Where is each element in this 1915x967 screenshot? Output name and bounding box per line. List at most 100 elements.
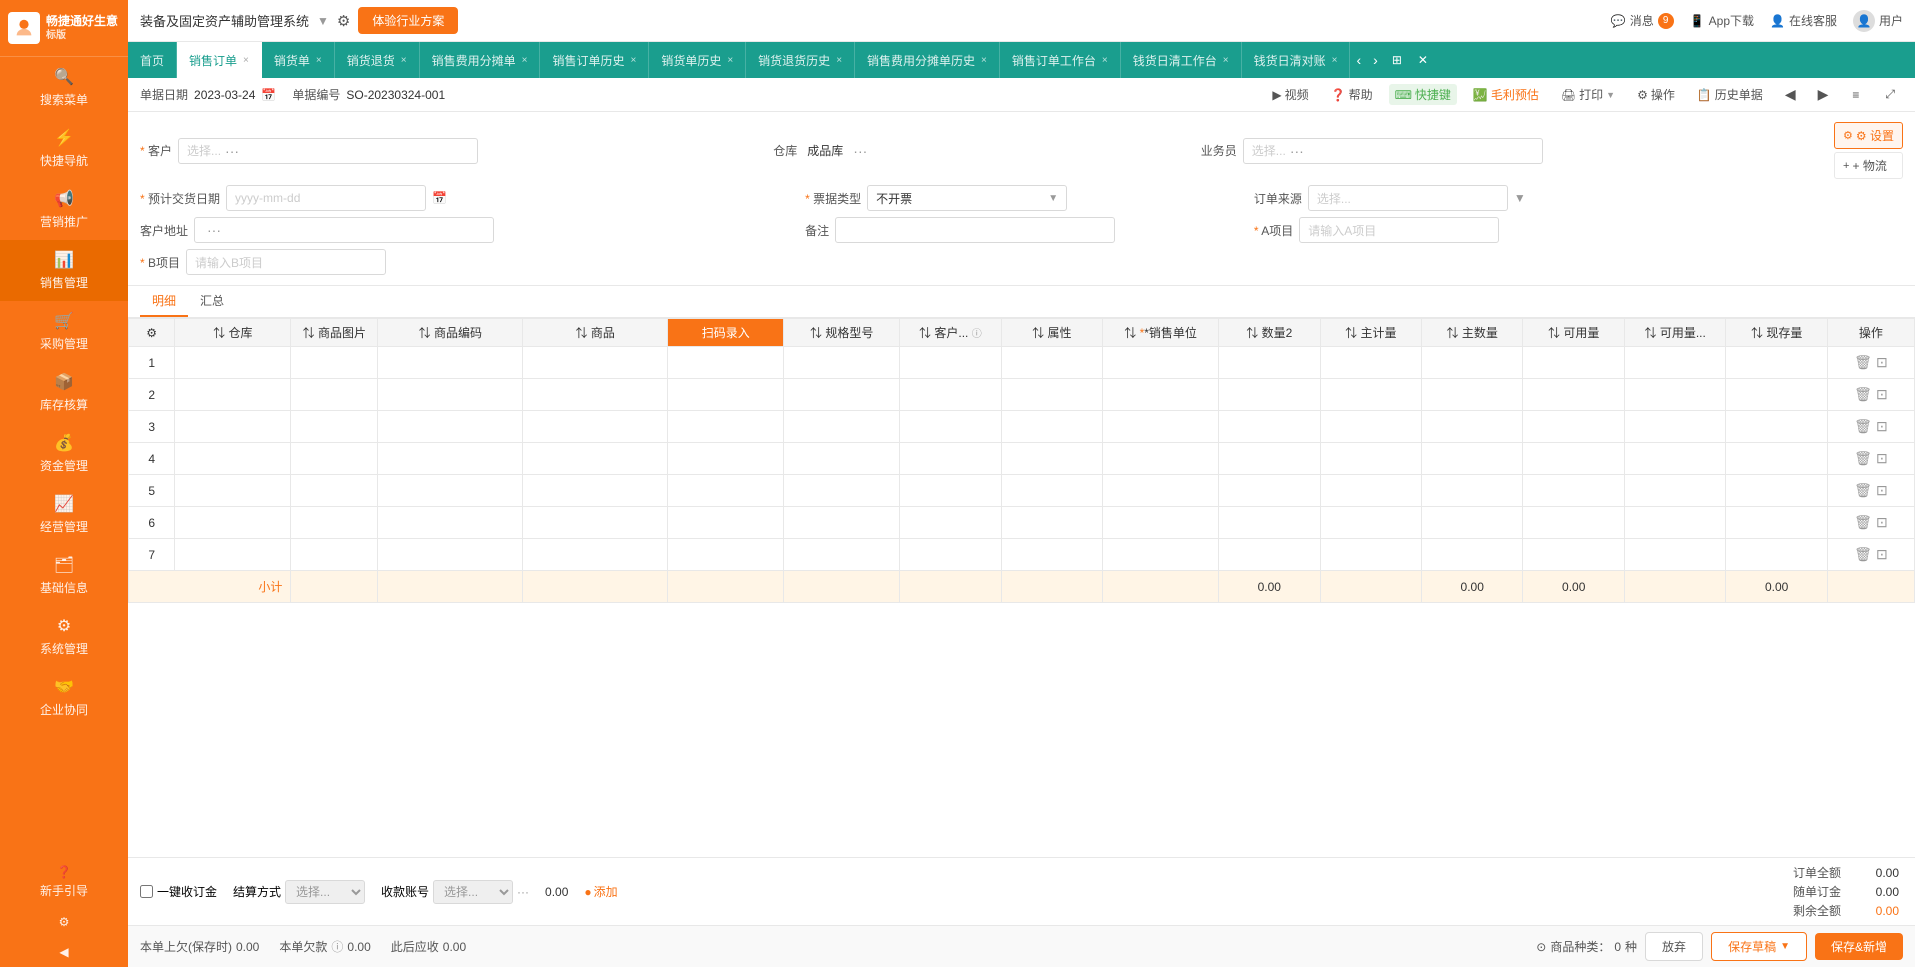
tab-close-sales-order[interactable]: ×	[243, 55, 249, 66]
sidebar-settings-btn[interactable]: ⚙	[0, 907, 128, 937]
auto-checkout-checkbox[interactable]: 一键收订金	[140, 883, 217, 900]
save-draft-btn[interactable]: 保存草稿 ▼	[1711, 932, 1807, 961]
sidebar-item-finance[interactable]: 💰 资金管理	[0, 423, 128, 484]
sidebar-item-nav[interactable]: ⚡ 快捷导航	[0, 118, 128, 179]
sidebar-item-basic[interactable]: 🗂 基础信息	[0, 545, 128, 606]
row-1-unit[interactable]	[1103, 347, 1219, 379]
address-input[interactable]: ···	[194, 217, 494, 243]
print-tool-btn[interactable]: 🖨 打印 ▼	[1555, 84, 1621, 105]
b-project-input[interactable]: 请输入B项目	[186, 249, 386, 275]
row-1-product[interactable]	[523, 347, 668, 379]
history-tool-btn[interactable]: 📋 历史单据	[1691, 84, 1769, 105]
row-1-copy-icon[interactable]: ⊡	[1876, 354, 1888, 371]
sidebar-item-enterprise[interactable]: 🤝 企业协同	[0, 667, 128, 728]
form-settings-btn[interactable]: ⚙ ⚙ 设置	[1834, 122, 1903, 149]
row-5-copy-icon[interactable]: ⊡	[1876, 482, 1888, 499]
delivery-input[interactable]: yyyy-mm-dd	[226, 185, 426, 211]
row-3-avail[interactable]	[1523, 411, 1624, 443]
tab-daily-workbench[interactable]: 钱货日清工作台 ×	[1121, 42, 1242, 78]
tab-close-4[interactable]: ×	[522, 55, 528, 66]
tab-close-all-btn[interactable]: ✕	[1410, 42, 1436, 78]
row-7-delete-icon[interactable]: 🗑	[1854, 546, 1872, 563]
horizontal-scrollbar[interactable]	[128, 845, 1915, 857]
salesperson-input[interactable]: 选择... ···	[1243, 138, 1543, 164]
logistics-btn[interactable]: + + 物流	[1834, 152, 1903, 179]
row-2-avail2[interactable]	[1624, 379, 1725, 411]
row-2-main-qty[interactable]	[1422, 379, 1523, 411]
row-2-code[interactable]	[378, 379, 523, 411]
row-3-scan[interactable]	[668, 411, 784, 443]
row-1-customer[interactable]	[900, 347, 1001, 379]
tab-next-btn[interactable]: ›	[1367, 42, 1384, 78]
row-3-main-qty[interactable]	[1422, 411, 1523, 443]
col-main-qty[interactable]: ⇅ 主数量	[1422, 319, 1523, 347]
save-new-btn[interactable]: 保存&新增	[1815, 933, 1903, 960]
row-3-attr[interactable]	[1001, 411, 1102, 443]
row-1-attr[interactable]	[1001, 347, 1102, 379]
tab-close-3[interactable]: ×	[401, 55, 407, 66]
solution-btn[interactable]: 体验行业方案	[358, 7, 458, 34]
col-stock[interactable]: ⇅ 现存量	[1726, 319, 1827, 347]
row-2-unit[interactable]	[1103, 379, 1219, 411]
col-scan[interactable]: 扫码录入	[668, 319, 784, 347]
col-avail2[interactable]: ⇅ 可用量...	[1624, 319, 1725, 347]
current-debt-info[interactable]: ⓘ	[331, 938, 343, 955]
row-3-product[interactable]	[523, 411, 668, 443]
tab-close-7[interactable]: ×	[836, 55, 842, 66]
row-2-scan[interactable]	[668, 379, 784, 411]
tab-invoice-history[interactable]: 销货单历史 ×	[649, 42, 746, 78]
row-6-copy-icon[interactable]: ⊡	[1876, 514, 1888, 531]
row-2-qty2[interactable]	[1219, 379, 1320, 411]
sidebar-item-system[interactable]: ⚙ 系统管理	[0, 606, 128, 667]
row-1-avail[interactable]	[1523, 347, 1624, 379]
tab-expense-history[interactable]: 销售费用分摊单历史 ×	[855, 42, 1000, 78]
tab-close-8[interactable]: ×	[981, 55, 987, 66]
tab-close-6[interactable]: ×	[727, 55, 733, 66]
help-tool-btn[interactable]: ❓ 帮助	[1325, 84, 1379, 105]
tab-return-history[interactable]: 销货退货历史 ×	[746, 42, 855, 78]
account-dots[interactable]: ···	[517, 885, 529, 899]
messages-btn[interactable]: 💬 消息 9	[1611, 12, 1674, 29]
row-2-stock[interactable]	[1726, 379, 1827, 411]
date-value[interactable]: 2023-03-24	[194, 88, 255, 102]
salesperson-dots[interactable]: ···	[1290, 143, 1304, 159]
row-3-avail2[interactable]	[1624, 411, 1725, 443]
delivery-calendar-icon[interactable]: 📅	[432, 191, 447, 205]
row-2-customer[interactable]	[900, 379, 1001, 411]
tab-prev-btn[interactable]: ‹	[1350, 42, 1367, 78]
note-input[interactable]	[835, 217, 1115, 243]
row-1-warehouse[interactable]	[175, 347, 291, 379]
col-customer-code[interactable]: ⇅ 客户... ⓘ	[900, 319, 1001, 347]
row-1-code[interactable]	[378, 347, 523, 379]
row-1-stock[interactable]	[1726, 347, 1827, 379]
form-nav-prev-btn[interactable]: ◀	[1779, 86, 1802, 103]
row-1-qty2[interactable]	[1219, 347, 1320, 379]
row-2-avail[interactable]	[1523, 379, 1624, 411]
row-3-spec[interactable]	[784, 411, 900, 443]
tab-more-btn[interactable]: ⊞	[1384, 42, 1410, 78]
discard-btn[interactable]: 放弃	[1645, 932, 1703, 961]
form-nav-next-btn[interactable]: ▶	[1812, 86, 1835, 103]
system-title-dropdown[interactable]: ▼	[317, 14, 329, 28]
tab-summary[interactable]: 汇总	[188, 286, 236, 317]
tab-sales-return[interactable]: 销货退货 ×	[335, 42, 420, 78]
form-expand-btn[interactable]: ⤢	[1877, 87, 1903, 102]
add-btn[interactable]: ● 添加	[584, 883, 617, 900]
col-gear[interactable]: ⚙	[129, 319, 175, 347]
ticket-type-select[interactable]: 不开票 ▼	[867, 185, 1067, 211]
product-count-icon[interactable]: ⊙	[1536, 940, 1546, 954]
col-unit[interactable]: ⇅ **销售单位	[1103, 319, 1219, 347]
profit-tool-btn[interactable]: 💹 毛利预估	[1467, 84, 1545, 105]
order-source-input[interactable]: 选择...	[1308, 185, 1508, 211]
row-2-warehouse[interactable]	[175, 379, 291, 411]
app-download-btn[interactable]: 📱 App下载	[1690, 12, 1754, 29]
tab-order-history[interactable]: 销售订单历史 ×	[540, 42, 649, 78]
user-menu-btn[interactable]: 👤 用户	[1853, 10, 1903, 32]
row-1-main-qty[interactable]	[1422, 347, 1523, 379]
operate-tool-btn[interactable]: ⚙ 操作	[1631, 84, 1681, 105]
row-3-warehouse[interactable]	[175, 411, 291, 443]
auto-checkout-input[interactable]	[140, 885, 153, 898]
col-code[interactable]: ⇅ 商品编码	[378, 319, 523, 347]
customer-input[interactable]: 选择... ···	[178, 138, 478, 164]
warehouse-value[interactable]: 成品库	[807, 142, 843, 159]
